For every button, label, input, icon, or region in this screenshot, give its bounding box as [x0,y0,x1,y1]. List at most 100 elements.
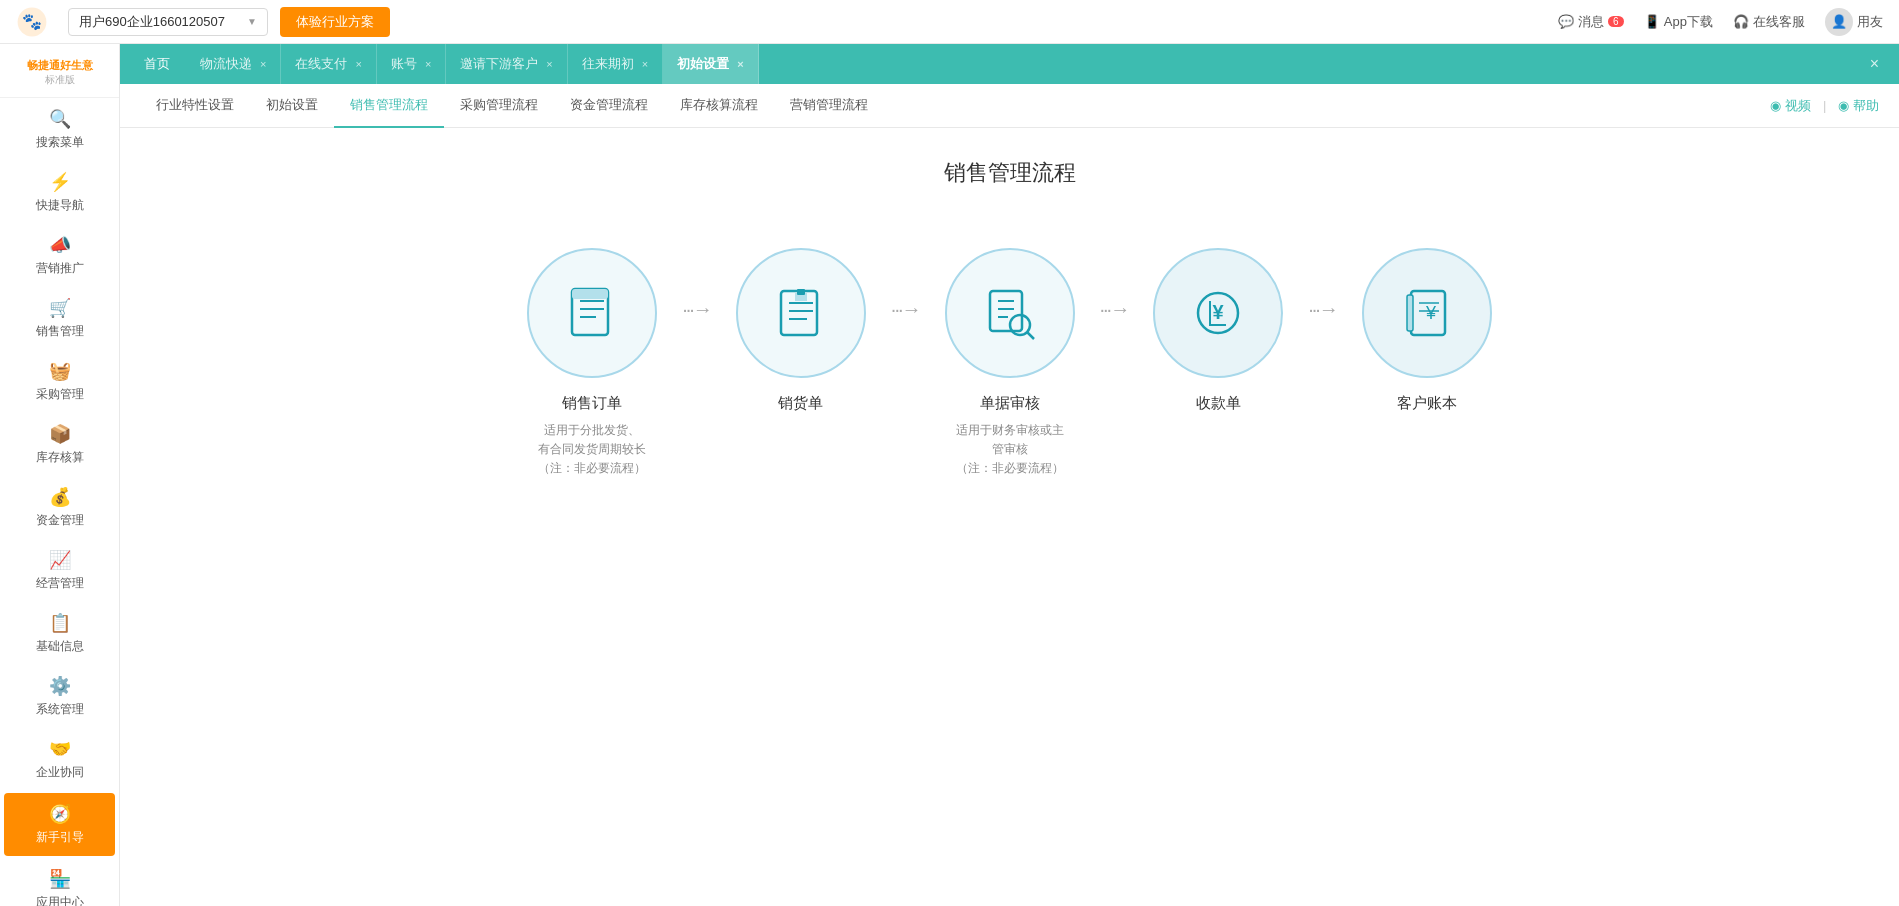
tab-logistics[interactable]: 物流快递 × [186,44,281,84]
user-avatar-button[interactable]: 👤 用友 [1825,8,1883,36]
sidebar-item-label: 基础信息 [36,638,84,655]
tab-invite[interactable]: 邀请下游客户 × [446,44,567,84]
tab-payment-close[interactable]: × [355,58,361,70]
messages-label: 消息 [1578,13,1604,31]
flow-label-receipt: 收款单 [1196,394,1241,413]
nav-tabs-bar: 首页 物流快递 × 在线支付 × 账号 × 邀请下游客户 × [120,44,1899,84]
sidebar-item-basic[interactable]: 📋 基础信息 [0,602,119,665]
flow-desc-sales-order: 适用于分批发货、有合同发货周期较长（注：非必要流程） [538,421,646,479]
flow-desc-review: 适用于财务审核或主管审核（注：非必要流程） [956,421,1064,479]
flow-step-sales-order: 销售订单 适用于分批发货、有合同发货周期较长（注：非必要流程） [502,248,682,479]
sidebar-item-coop[interactable]: 🤝 企业协同 [0,728,119,791]
flow-diagram: 销售订单 适用于分批发货、有合同发货周期较长（注：非必要流程） ···→ [160,248,1859,479]
money-icon: 💰 [49,486,71,508]
clipboard-icon: 📋 [49,612,71,634]
user-name-label: 用友 [1857,13,1883,31]
flow-label-review: 单据审核 [980,394,1040,413]
sub-tab-inventory-flow[interactable]: 库存核算流程 [664,84,774,128]
sidebar-item-label: 搜索菜单 [36,134,84,151]
sidebar-item-operation[interactable]: 📈 经营管理 [0,539,119,602]
app-container: 🐾 用户690企业1660120507 ▼ 体验行业方案 💬 消息 6 📱 Ap… [0,0,1899,906]
flow-circle-sales-order[interactable] [527,248,657,378]
flow-circle-customer-ledger[interactable]: ¥ [1362,248,1492,378]
app-download-label: App下载 [1664,13,1713,31]
flow-label-delivery: 销货单 [778,394,823,413]
message-icon: 💬 [1558,14,1574,29]
sub-tab-actions: ◉ 视频 | ◉ 帮助 [1770,97,1879,115]
top-bar-right: 💬 消息 6 📱 App下载 🎧 在线客服 👤 用友 [1558,8,1883,36]
tab-logistics-close[interactable]: × [260,58,266,70]
svg-rect-21 [1407,295,1413,331]
store-icon: 🏪 [49,868,71,890]
sub-tab-init[interactable]: 初始设置 [250,84,334,128]
tab-invite-close[interactable]: × [546,58,552,70]
flow-circle-review[interactable] [945,248,1075,378]
svg-line-14 [1027,332,1034,339]
tab-payment-label: 在线支付 [295,55,347,73]
sidebar-item-label: 资金管理 [36,512,84,529]
online-service-label: 在线客服 [1753,13,1805,31]
sidebar-item-label: 营销推广 [36,260,84,277]
close-all-tabs-button[interactable]: × [1858,55,1891,73]
sub-tab-purchase-flow[interactable]: 采购管理流程 [444,84,554,128]
receipt-icon: ¥ [1188,283,1248,343]
tab-account[interactable]: 账号 × [377,44,446,84]
video-link[interactable]: ◉ 视频 [1770,97,1811,115]
app-icon: 📱 [1644,14,1660,29]
sidebar-item-inventory[interactable]: 📦 库存核算 [0,413,119,476]
user-label: 用户690企业1660120507 [79,13,225,31]
sidebar-item-appstore[interactable]: 🏪 应用中心 [0,858,119,906]
trial-button[interactable]: 体验行业方案 [280,7,390,37]
sidebar-item-sales[interactable]: 🛒 销售管理 [0,287,119,350]
flow-arrow-3: ···→ [1100,248,1129,321]
dropdown-arrow-icon: ▼ [247,16,257,27]
sidebar-item-label: 采购管理 [36,386,84,403]
svg-text:🐾: 🐾 [22,11,42,30]
sidebar-item-system[interactable]: ⚙️ 系统管理 [0,665,119,728]
sidebar-logo-label: 畅捷通好生意 [27,58,93,73]
tab-period[interactable]: 往来期初 × [568,44,663,84]
flow-arrow-1: ···→ [682,248,711,321]
tab-init-label: 初始设置 [677,55,729,73]
tab-account-close[interactable]: × [425,58,431,70]
main-layout: 畅捷通好生意 标准版 🔍 搜索菜单 ⚡ 快捷导航 📣 营销推广 🛒 销售管理 🧺 [0,44,1899,906]
sidebar-item-search[interactable]: 🔍 搜索菜单 [0,98,119,161]
app-download-button[interactable]: 📱 App下载 [1644,13,1713,31]
box-icon: 📦 [49,423,71,445]
logo-area: 🐾 [16,6,48,38]
sidebar-item-finance[interactable]: 💰 资金管理 [0,476,119,539]
sidebar-item-purchase[interactable]: 🧺 采购管理 [0,350,119,413]
sub-tab-industry[interactable]: 行业特性设置 [140,84,250,128]
sidebar-item-quicknav[interactable]: ⚡ 快捷导航 [0,161,119,224]
sub-tab-finance-flow[interactable]: 资金管理流程 [554,84,664,128]
flow-arrow-2: ···→ [891,248,920,321]
logo-icon: 🐾 [16,6,48,38]
sub-tab-marketing-flow[interactable]: 营销管理流程 [774,84,884,128]
messages-button[interactable]: 💬 消息 6 [1558,13,1624,31]
flow-circle-receipt[interactable]: ¥ [1153,248,1283,378]
svg-rect-11 [797,289,805,295]
tab-init[interactable]: 初始设置 × [663,44,758,84]
tab-invite-label: 邀请下游客户 [460,55,538,73]
tab-period-close[interactable]: × [642,58,648,70]
sidebar-item-guide[interactable]: 🧭 新手引导 [4,793,115,856]
avatar: 👤 [1825,8,1853,36]
sidebar-item-marketing[interactable]: 📣 营销推广 [0,224,119,287]
tab-payment[interactable]: 在线支付 × [281,44,376,84]
compass-icon: 🧭 [49,803,71,825]
sidebar-logo: 畅捷通好生意 标准版 [0,44,119,98]
flow-label-customer-ledger: 客户账本 [1397,394,1457,413]
flow-circle-delivery[interactable] [736,248,866,378]
sub-tab-sales-flow[interactable]: 销售管理流程 [334,84,444,128]
help-link[interactable]: ◉ 帮助 [1838,97,1879,115]
flow-step-receipt: ¥ 收款单 [1128,248,1308,421]
sub-tabs: 行业特性设置 初始设置 销售管理流程 采购管理流程 资金管理流程 库存核算流程 … [120,84,1899,128]
online-service-button[interactable]: 🎧 在线客服 [1733,13,1805,31]
sidebar-item-label: 系统管理 [36,701,84,718]
tab-init-close[interactable]: × [737,58,743,70]
sidebar-item-label: 库存核算 [36,449,84,466]
lightning-icon: ⚡ [49,171,71,193]
user-selector[interactable]: 用户690企业1660120507 ▼ [68,8,268,36]
tab-home[interactable]: 首页 [128,44,186,84]
flow-arrow-4: ···→ [1308,248,1337,321]
